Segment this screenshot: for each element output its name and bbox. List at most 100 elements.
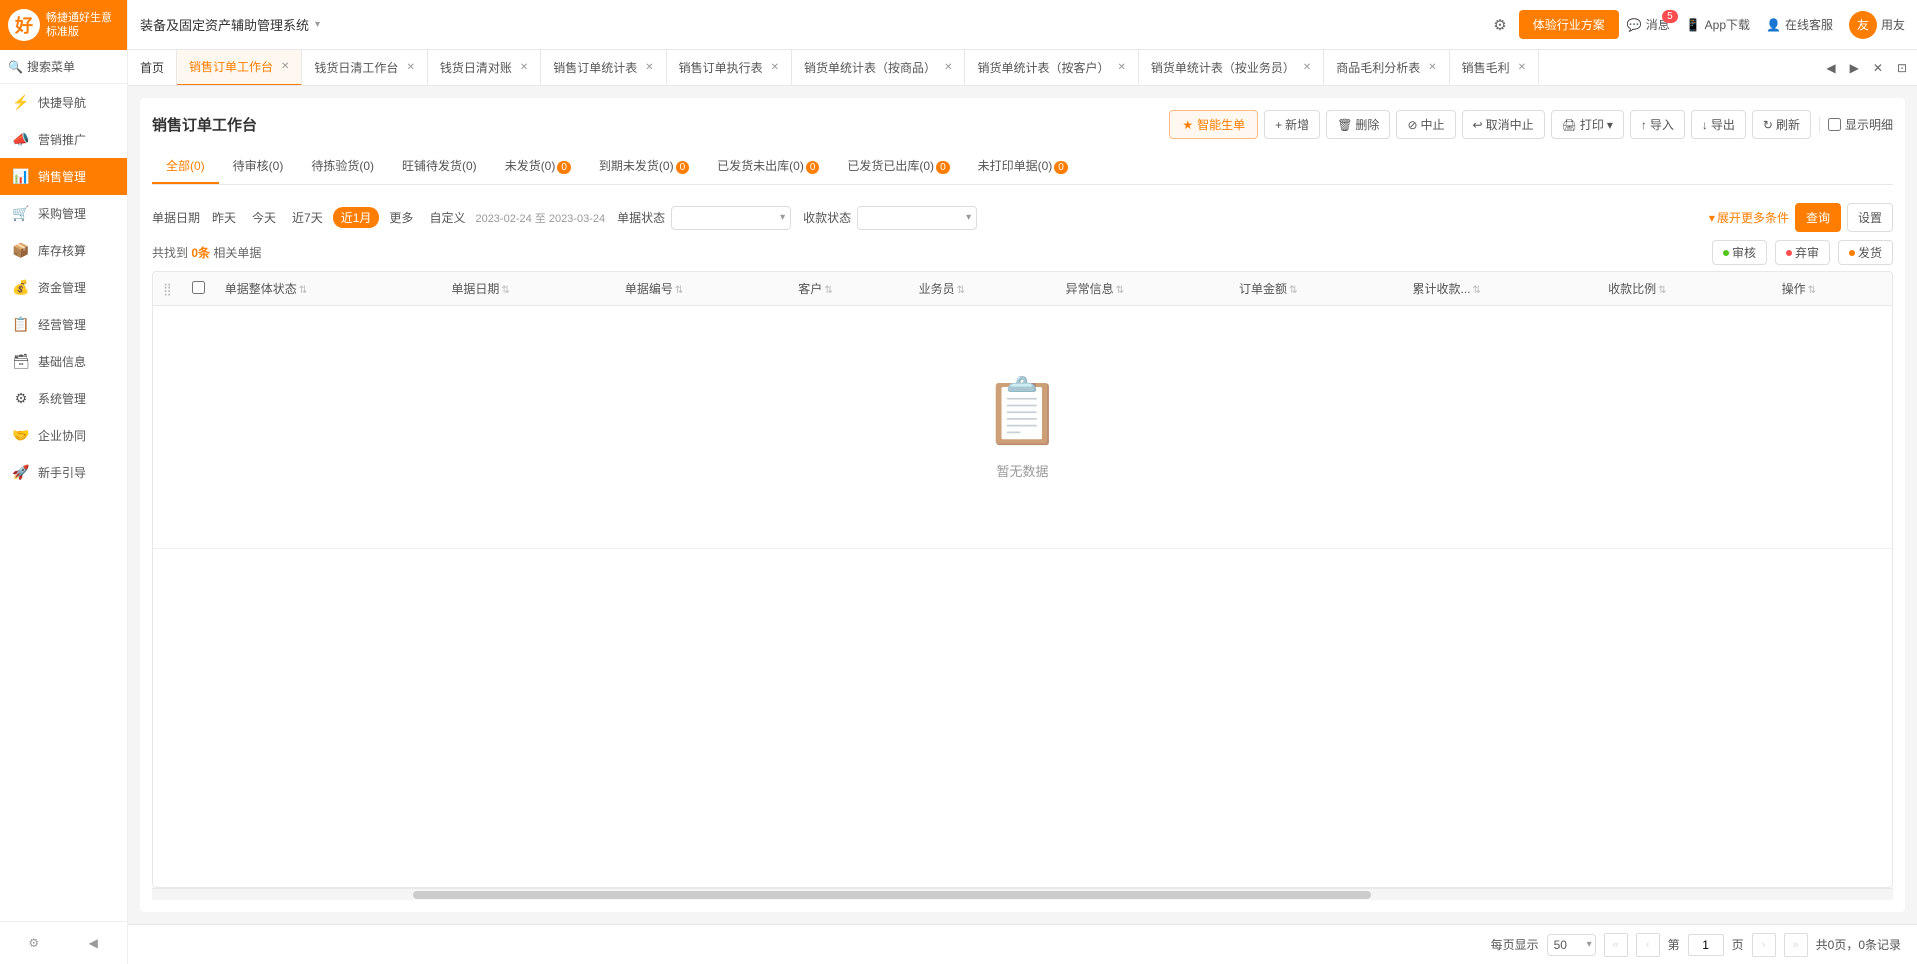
col-header-staff[interactable]: 业务员⇅ — [909, 272, 1056, 306]
expand-more-btn[interactable]: ▾ 展开更多条件 — [1709, 209, 1789, 226]
online-service-item[interactable]: 👤 在线客服 — [1766, 16, 1833, 33]
user-item[interactable]: 友 用友 — [1849, 11, 1905, 39]
show-detail-checkbox[interactable]: 显示明细 — [1828, 116, 1893, 133]
sidebar-item-system[interactable]: ⚙系统管理 — [0, 380, 127, 417]
refresh-btn[interactable]: ↻ 刷新 — [1752, 110, 1811, 139]
cancel-stop-btn[interactable]: ↩ 取消中止 — [1462, 110, 1545, 139]
deliver-btn[interactable]: 发货 — [1838, 240, 1893, 265]
tab-close-icon[interactable]: ✕ — [771, 62, 779, 73]
col-header-abnormal[interactable]: 异常信息⇅ — [1056, 272, 1229, 306]
review-btn[interactable]: 审核 — [1712, 240, 1767, 265]
col-header-status[interactable]: 单据整体状态⇅ — [215, 272, 442, 306]
tab-close-icon[interactable]: ✕ — [645, 62, 653, 73]
check-all[interactable] — [192, 281, 205, 294]
tab-sales-stats[interactable]: 销售订单统计表✕ — [541, 50, 666, 86]
tab-close-icon[interactable]: ✕ — [520, 62, 528, 73]
date-option-自定义[interactable]: 自定义 — [423, 207, 471, 228]
tab-expand-btn[interactable]: ⊡ — [1891, 57, 1913, 79]
export-btn[interactable]: ↓ 导出 — [1691, 110, 1746, 139]
sidebar-search[interactable]: 🔍 搜索菜单 — [0, 50, 127, 84]
sub-tab-delivered-not-out[interactable]: 已发货未出库(0)0 — [703, 149, 833, 184]
col-header-ratio[interactable]: 收款比例⇅ — [1598, 272, 1771, 306]
sidebar-item-quick-nav[interactable]: ⚡快捷导航 — [0, 84, 127, 121]
settings-btn[interactable]: 设置 — [1847, 203, 1893, 232]
sidebar-item-operation[interactable]: 📋经营管理 — [0, 306, 127, 343]
cancel-review-btn[interactable]: 弃审 — [1775, 240, 1830, 265]
tab-close-icon[interactable]: ✕ — [406, 62, 414, 73]
col-header-number[interactable]: 单据编号⇅ — [615, 272, 788, 306]
tab-sales-product[interactable]: 销货单统计表（按商品）✕ — [792, 50, 965, 86]
sidebar-item-finance[interactable]: 💰资金管理 — [0, 269, 127, 306]
tab-close-icon[interactable]: ✕ — [1117, 62, 1125, 73]
show-detail-input[interactable] — [1828, 118, 1841, 131]
date-option-更多[interactable]: 更多 — [383, 207, 419, 228]
col-header-amount[interactable]: 订单金额⇅ — [1229, 272, 1402, 306]
tab-close-icon[interactable]: ✕ — [944, 62, 952, 73]
tab-close-icon[interactable]: ✕ — [1428, 62, 1436, 73]
sub-tab-all[interactable]: 全部(0) — [152, 149, 219, 184]
tab-close-icon[interactable]: ✕ — [1303, 62, 1311, 73]
sub-tab-pending-check[interactable]: 待拣验货(0) — [297, 149, 388, 184]
first-page-btn[interactable]: « — [1604, 933, 1628, 957]
query-btn[interactable]: 查询 — [1795, 203, 1841, 232]
sidebar-item-purchase[interactable]: 🛒采购管理 — [0, 195, 127, 232]
tab-sales-customer[interactable]: 销货单统计表（按客户）✕ — [965, 50, 1138, 86]
last-page-btn[interactable]: » — [1784, 933, 1808, 957]
tab-prev-btn[interactable]: ◀ — [1820, 57, 1841, 79]
scrollbar-thumb[interactable] — [413, 891, 1371, 899]
settings-btn[interactable]: ⚙ — [8, 930, 60, 956]
collapse-btn[interactable]: ◀ — [68, 930, 120, 956]
topbar-dropdown-icon[interactable]: ▾ — [315, 19, 320, 30]
delete-btn[interactable]: 🗑 删除 — [1326, 110, 1390, 139]
tab-close-icon[interactable]: ✕ — [1518, 62, 1526, 73]
topbar-title: 装备及固定资产辅助管理系统 ▾ — [140, 15, 1481, 34]
date-option-今天[interactable]: 今天 — [246, 207, 282, 228]
next-page-btn[interactable]: › — [1752, 933, 1776, 957]
horizontal-scrollbar[interactable] — [152, 888, 1893, 900]
col-header-operation[interactable]: 操作⇅ — [1772, 272, 1892, 306]
sidebar-item-marketing[interactable]: 📣营销推广 — [0, 121, 127, 158]
tab-next-btn[interactable]: ▶ — [1844, 57, 1865, 79]
topbar-gear-icon[interactable]: ⚙ — [1489, 12, 1510, 38]
sidebar-item-inventory[interactable]: 📦库存核算 — [0, 232, 127, 269]
stop-btn[interactable]: ⊘ 中止 — [1396, 110, 1455, 139]
payment-select[interactable] — [857, 206, 977, 230]
tab-gross-profit[interactable]: 商品毛利分析表✕ — [1324, 50, 1449, 86]
message-item[interactable]: 💬 消息 5 — [1627, 16, 1670, 33]
sidebar-item-newbie[interactable]: 🚀新手引导 — [0, 454, 127, 491]
sidebar-item-enterprise[interactable]: 🤝企业协同 — [0, 417, 127, 454]
col-header-date[interactable]: 单据日期⇅ — [441, 272, 614, 306]
sidebar-item-sales[interactable]: 📊销售管理 — [0, 158, 127, 195]
col-header-collected[interactable]: 累计收款...⇅ — [1403, 272, 1599, 306]
page-size-select[interactable]: 50 20 100 — [1547, 934, 1596, 956]
smart-create-btn[interactable]: ★ 智能生单 — [1169, 110, 1258, 139]
tab-sales-earn[interactable]: 销售毛利✕ — [1450, 50, 1539, 86]
tab-cash-reconcile[interactable]: 钱货日清对账✕ — [428, 50, 541, 86]
sidebar-item-basic[interactable]: 🗃基础信息 — [0, 343, 127, 380]
status-select[interactable] — [671, 206, 791, 230]
tab-close-icon[interactable]: ✕ — [281, 61, 289, 72]
page-input[interactable] — [1688, 934, 1724, 956]
solution-button[interactable]: 体验行业方案 — [1519, 10, 1619, 39]
prev-page-btn[interactable]: ‹ — [1636, 933, 1660, 957]
tab-close-all-btn[interactable]: ✕ — [1867, 57, 1889, 79]
sub-tab-delivered-out[interactable]: 已发货已出库(0)0 — [833, 149, 963, 184]
date-option-昨天[interactable]: 昨天 — [206, 207, 242, 228]
date-option-近7天[interactable]: 近7天 — [286, 207, 329, 228]
tab-sales-exec[interactable]: 销售订单执行表✕ — [667, 50, 792, 86]
sub-tab-pending-review[interactable]: 待审核(0) — [219, 149, 298, 184]
date-option-近1月[interactable]: 近1月 — [333, 207, 380, 228]
app-download-item[interactable]: 📱 App下载 — [1686, 16, 1750, 33]
tab-home[interactable]: 首页 — [128, 50, 177, 86]
sub-tab-not-delivered[interactable]: 未发货(0)0 — [491, 149, 585, 184]
sub-tab-overdue-deliver[interactable]: 到期未发货(0)0 — [585, 149, 703, 184]
tab-cash-daily[interactable]: 钱货日清工作台✕ — [302, 50, 427, 86]
col-header-customer[interactable]: 客户⇅ — [788, 272, 908, 306]
add-btn[interactable]: + 新增 — [1264, 110, 1320, 139]
sub-tab-wangpu-deliver[interactable]: 旺铺待发货(0) — [388, 149, 491, 184]
print-btn[interactable]: 🖨 打印 ▾ — [1551, 110, 1624, 139]
tab-sales-workbench[interactable]: 销售订单工作台✕ — [177, 50, 302, 86]
tab-sales-staff[interactable]: 销货单统计表（按业务员）✕ — [1139, 50, 1324, 86]
import-btn[interactable]: ↑ 导入 — [1630, 110, 1685, 139]
sub-tab-not-printed[interactable]: 未打印单据(0)0 — [964, 149, 1082, 184]
